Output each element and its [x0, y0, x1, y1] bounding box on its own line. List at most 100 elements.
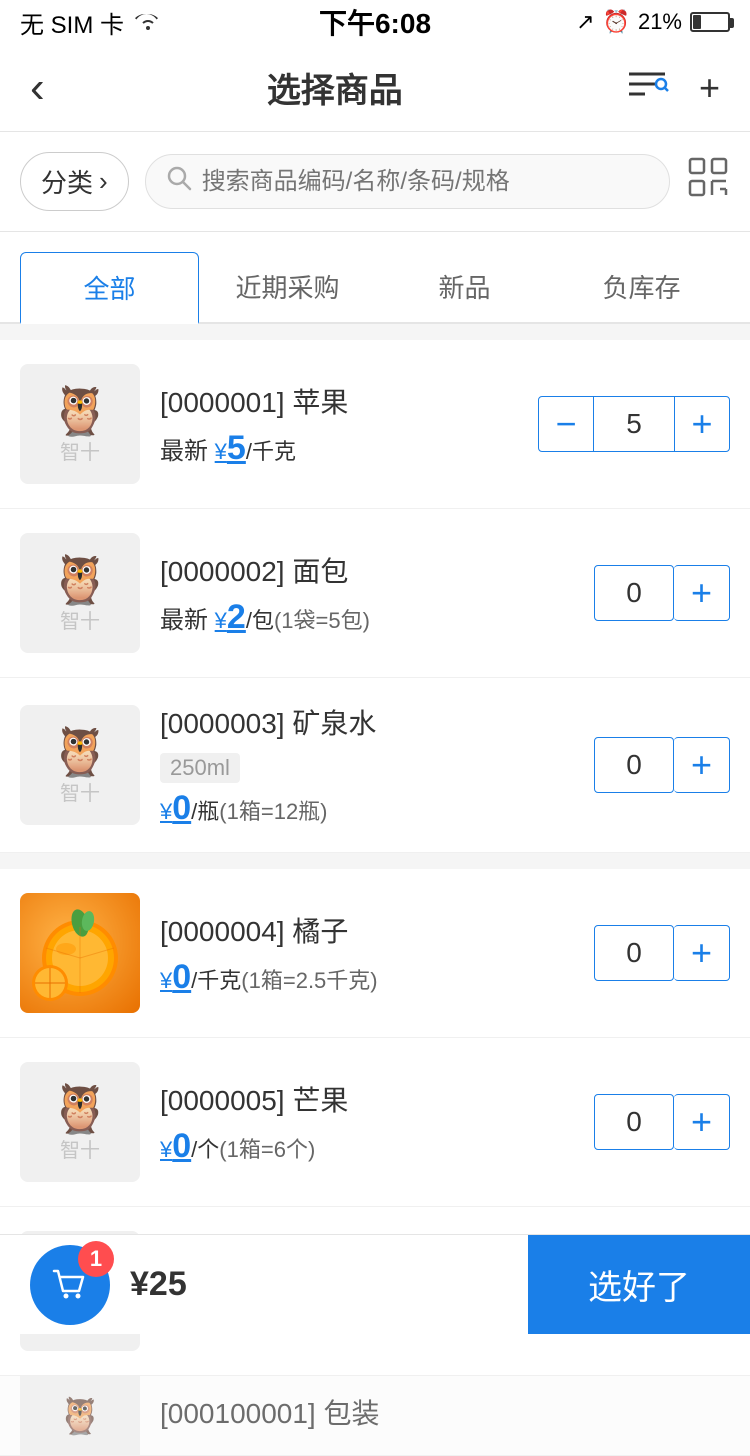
product-price-1: 最新 ¥5/千克	[160, 429, 518, 468]
product-thumbnail-2: 🦉智十	[20, 533, 140, 653]
qty-input-2[interactable]	[594, 565, 674, 621]
table-row: 🦉智十 [0000002] 面包 最新 ¥2/包(1袋=5包) +	[0, 509, 750, 678]
search-icon	[166, 165, 192, 198]
table-row: 🦉智十 [0000005] 芒果 ¥0/个(1箱=6个) +	[0, 1038, 750, 1207]
status-time: 下午6:08	[319, 2, 431, 42]
confirm-button[interactable]: 选好了	[528, 1235, 750, 1334]
scan-icon[interactable]	[686, 155, 730, 208]
price-symbol-4: ¥	[160, 968, 172, 993]
product-thumbnail-5: 🦉智十	[20, 1062, 140, 1182]
qty-input-5[interactable]	[594, 1094, 674, 1150]
price-symbol-2: ¥	[215, 608, 227, 633]
owl-logo-icon: 🦉	[58, 1394, 103, 1437]
category-label: 分类	[41, 163, 93, 200]
separator	[0, 853, 750, 869]
cart-area: 1 ¥25	[0, 1245, 528, 1325]
bottom-bar: 1 ¥25 选好了	[0, 1234, 750, 1334]
product-price-2: 最新 ¥2/包(1袋=5包)	[160, 598, 574, 637]
owl-logo-icon: 🦉智十	[50, 552, 110, 634]
product-info-3: [0000003] 矿泉水 250ml ¥0/瓶(1箱=12瓶)	[160, 702, 574, 828]
product-info-1: [0000001] 苹果 最新 ¥5/千克	[160, 381, 518, 468]
product-info-5: [0000005] 芒果 ¥0/个(1箱=6个)	[160, 1079, 574, 1166]
product-name-2: [0000002] 面包	[160, 550, 574, 590]
price-symbol-5: ¥	[160, 1137, 172, 1162]
wifi-icon	[134, 8, 162, 37]
product-thumbnail-4	[20, 893, 140, 1013]
category-chevron: ›	[99, 166, 108, 197]
product-name-3: [0000003] 矿泉水	[160, 702, 574, 742]
price-value-1: 5	[227, 429, 246, 467]
price-value-3: 0	[172, 789, 191, 827]
qty-input-3[interactable]	[594, 737, 674, 793]
product-name-1: [0000001] 苹果	[160, 381, 518, 421]
qty-increase-3[interactable]: +	[674, 737, 730, 793]
qty-increase-2[interactable]: +	[674, 565, 730, 621]
separator	[0, 324, 750, 340]
location-icon: ↗	[576, 9, 594, 35]
product-price-5: ¥0/个(1箱=6个)	[160, 1127, 574, 1166]
status-bar: 无 SIM 卡 下午6:08 ↗ ⏰ 21%	[0, 0, 750, 44]
battery-percent: 21%	[638, 9, 682, 35]
product-qty-1: − +	[538, 396, 730, 452]
add-button[interactable]: +	[699, 67, 720, 109]
filter-icon[interactable]	[625, 66, 669, 109]
product-qty-3: +	[594, 737, 730, 793]
qty-decrease-1[interactable]: −	[538, 396, 594, 452]
product-spec-3: 250ml	[160, 753, 240, 783]
tab-negative[interactable]: 负库存	[553, 252, 730, 322]
filter-bar: 分类 ›	[0, 132, 750, 232]
back-button[interactable]: ‹	[30, 63, 45, 113]
price-note-4: (1箱=2.5千克)	[241, 968, 377, 993]
qty-input-1[interactable]	[594, 396, 674, 452]
qty-increase-4[interactable]: +	[674, 925, 730, 981]
product-info-7: [000100001] 包装	[160, 1392, 730, 1440]
product-name-4: [0000004] 橘子	[160, 910, 574, 950]
owl-logo-icon: 🦉智十	[50, 383, 110, 465]
cart-badge: 1	[78, 1241, 114, 1277]
product-info-2: [0000002] 面包 最新 ¥2/包(1袋=5包)	[160, 550, 574, 637]
search-input[interactable]	[202, 168, 649, 196]
qty-increase-1[interactable]: +	[674, 396, 730, 452]
product-qty-2: +	[594, 565, 730, 621]
status-left: 无 SIM 卡	[20, 5, 162, 40]
orange-image	[30, 903, 130, 1003]
tab-all[interactable]: 全部	[20, 252, 199, 324]
price-note-3: (1箱=12瓶)	[219, 799, 327, 824]
owl-logo-icon: 🦉智十	[50, 724, 110, 806]
product-price-4: ¥0/千克(1箱=2.5千克)	[160, 958, 574, 997]
price-symbol-1: ¥	[215, 439, 227, 464]
tab-new[interactable]: 新品	[376, 252, 553, 322]
tab-recent[interactable]: 近期采购	[199, 252, 376, 322]
cart-button[interactable]: 1	[30, 1245, 110, 1325]
table-row: 🦉智十 [0000003] 矿泉水 250ml ¥0/瓶(1箱=12瓶) +	[0, 678, 750, 853]
price-value-4: 0	[172, 958, 191, 996]
table-row: [0000004] 橘子 ¥0/千克(1箱=2.5千克) +	[0, 869, 750, 1038]
table-row: 🦉 [000100001] 包装	[0, 1376, 750, 1456]
price-unit-1: /千克	[246, 439, 296, 464]
price-unit-3: /瓶	[191, 799, 219, 824]
alarm-icon: ⏰	[603, 9, 630, 35]
nav-bar: ‹ 选择商品 +	[0, 44, 750, 132]
category-button[interactable]: 分类 ›	[20, 152, 129, 211]
owl-logo-icon: 🦉智十	[50, 1081, 110, 1163]
tab-bar: 全部 近期采购 新品 负库存	[0, 232, 750, 324]
product-qty-5: +	[594, 1094, 730, 1150]
price-unit-4: /千克	[191, 968, 241, 993]
product-thumbnail-7: 🦉	[20, 1376, 140, 1456]
price-value-2: 2	[227, 598, 246, 636]
cart-total: ¥25	[130, 1265, 187, 1304]
product-qty-4: +	[594, 925, 730, 981]
product-info-4: [0000004] 橘子 ¥0/千克(1箱=2.5千克)	[160, 910, 574, 997]
price-unit-2: /包	[246, 608, 274, 633]
latest-label: 最新	[160, 438, 208, 465]
battery-icon	[690, 12, 730, 32]
price-value-5: 0	[172, 1127, 191, 1165]
price-note-5: (1箱=6个)	[219, 1137, 315, 1162]
price-unit-5: /个	[191, 1137, 219, 1162]
qty-increase-5[interactable]: +	[674, 1094, 730, 1150]
product-price-3: ¥0/瓶(1箱=12瓶)	[160, 789, 574, 828]
qty-input-4[interactable]	[594, 925, 674, 981]
price-note-2: (1袋=5包)	[274, 608, 370, 633]
search-box	[145, 154, 670, 209]
table-row: 🦉智十 [0000001] 苹果 最新 ¥5/千克 − +	[0, 340, 750, 509]
